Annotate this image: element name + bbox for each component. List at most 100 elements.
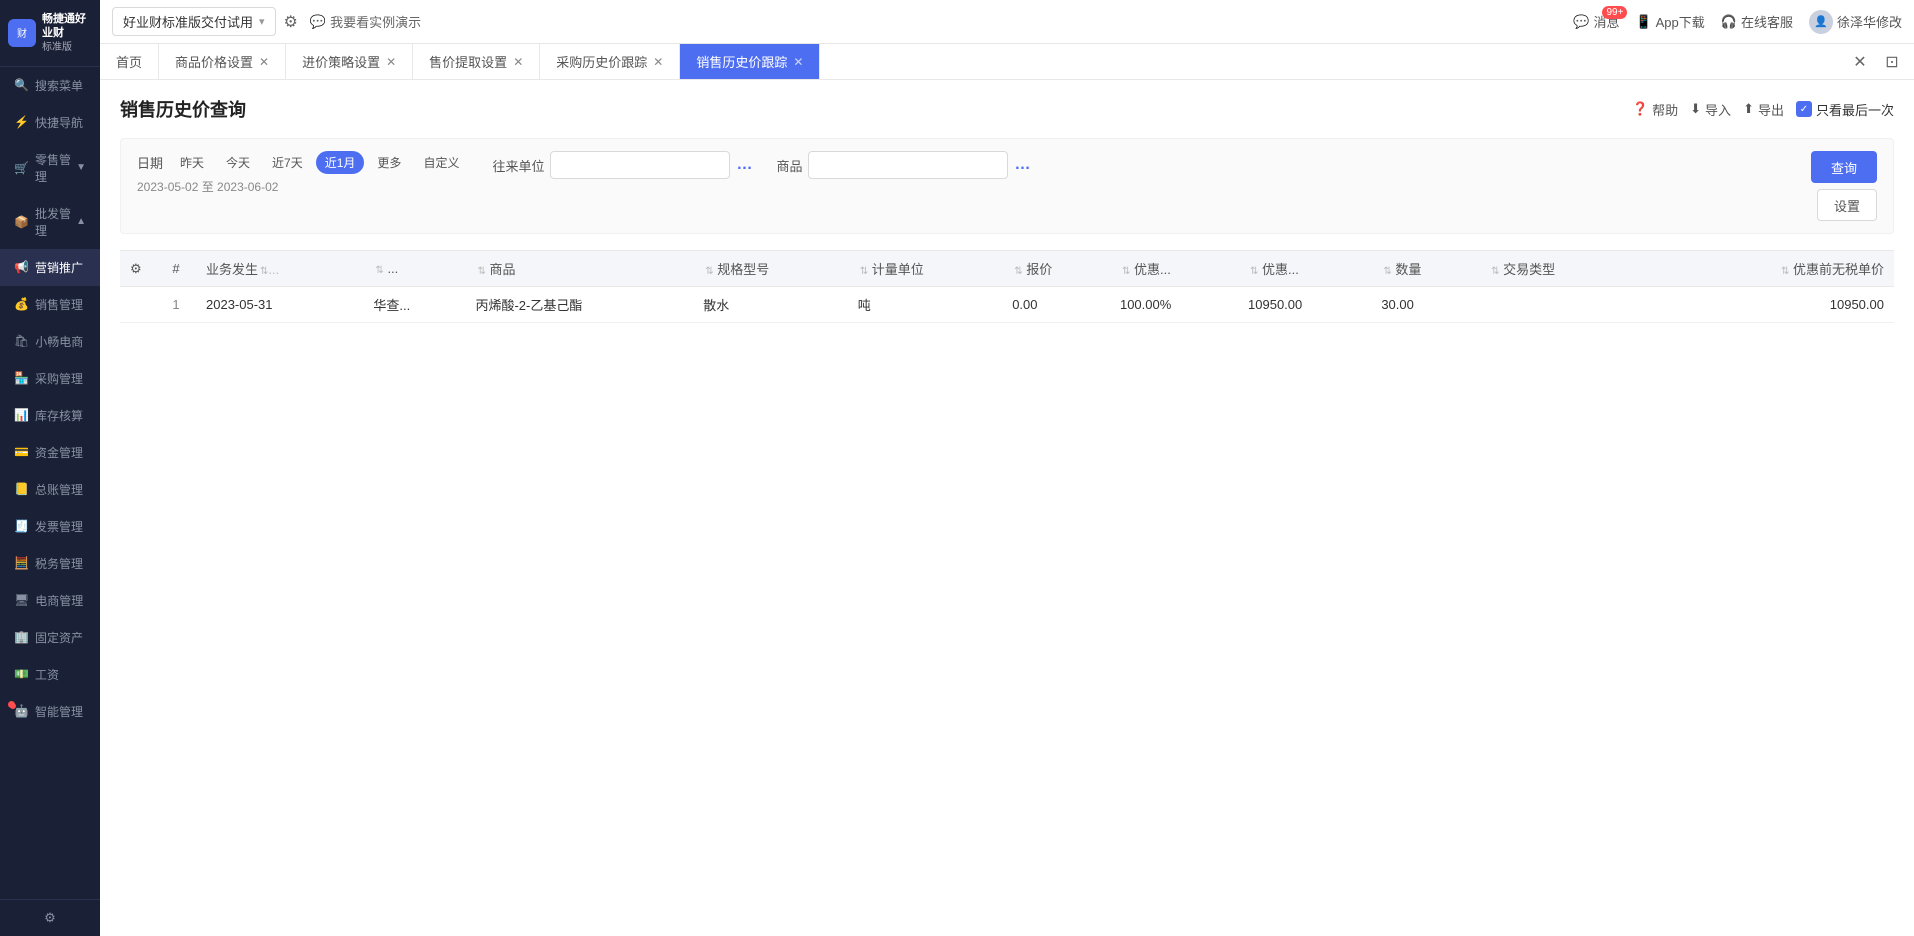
page-inner: 销售历史价查询 ❓ 帮助 ⬇ 导入 ⬆ 导出 ✓ <box>100 80 1914 936</box>
version-selector-label: 好业财标准版交付试用 <box>123 12 253 31</box>
page-actions: ❓ 帮助 ⬇ 导入 ⬆ 导出 ✓ 只看最后一次 <box>1632 100 1894 119</box>
date-today[interactable]: 今天 <box>217 151 259 174</box>
headset-icon: 🎧 <box>1721 14 1737 30</box>
user-name: 徐泽华修改 <box>1837 12 1902 31</box>
messages-btn[interactable]: 💬 消息 99+ <box>1573 12 1619 31</box>
ecommerce-small-icon: 🛍 <box>14 334 29 348</box>
tab-home[interactable]: 首页 <box>100 44 159 80</box>
tabbar-controls: ✕ ⊡ <box>1846 48 1914 76</box>
user-menu[interactable]: 👤 徐泽华修改 <box>1809 10 1902 34</box>
col-discount1[interactable]: ⇅ 优惠... <box>1110 251 1238 287</box>
col-biz-date[interactable]: 业务发生⇅... <box>196 251 363 287</box>
col-trade-type-label: 交易类型 <box>1503 262 1555 277</box>
sidebar-settings-bottom[interactable]: ⚙ <box>0 899 100 936</box>
date-last1m[interactable]: 近1月 <box>316 151 365 174</box>
col-quantity[interactable]: ⇅ 数量 <box>1371 251 1479 287</box>
help-btn[interactable]: ❓ 帮助 <box>1632 100 1678 119</box>
export-btn[interactable]: ⬆ 导出 <box>1743 100 1784 119</box>
sidebar-finance-label: 资金管理 <box>35 444 83 461</box>
sidebar-item-inventory[interactable]: 📊 库存核算 <box>0 397 100 434</box>
sidebar-sales-label: 销售管理 <box>35 296 83 313</box>
sidebar-inventory-label: 库存核算 <box>35 407 83 424</box>
tab-price-label: 商品价格设置 <box>175 52 253 71</box>
chevron-down-icon: ▾ <box>259 15 265 28</box>
sidebar-item-finance[interactable]: 💳 资金管理 <box>0 434 100 471</box>
sidebar-item-ecommerce-small[interactable]: 🛍 小畅电商 <box>0 323 100 360</box>
payroll-icon: 💵 <box>14 667 29 681</box>
online-service-btn[interactable]: 🎧 在线客服 <box>1721 12 1793 31</box>
from-unit-input[interactable] <box>550 151 730 179</box>
col-extra[interactable]: ⇅ ... <box>363 251 465 287</box>
tab-close-btn[interactable]: ✕ <box>1846 48 1874 76</box>
col-discount2[interactable]: ⇅ 优惠... <box>1238 251 1371 287</box>
sidebar-item-quicknav[interactable]: ⚡ 快捷导航 <box>0 104 100 141</box>
col-unit-sort: ⇅ <box>860 266 868 277</box>
product-dots[interactable]: … <box>1014 156 1030 174</box>
col-pre-tax-label: 优惠前无税单价 <box>1793 262 1884 277</box>
sidebar-ecommerce-small-label: 小畅电商 <box>35 333 83 350</box>
col-price[interactable]: ⇅ 报价 <box>1002 251 1110 287</box>
date-range-display: 2023-05-02 至 2023-06-02 <box>137 178 468 195</box>
only-last-checkbox[interactable]: ✓ <box>1796 101 1812 117</box>
sidebar-item-ledger[interactable]: 📒 总账管理 <box>0 471 100 508</box>
sidebar-item-payroll[interactable]: 💵 工资 <box>0 656 100 693</box>
sidebar-item-sales[interactable]: 💰 销售管理 <box>0 286 100 323</box>
import-label: 导入 <box>1705 100 1731 119</box>
version-selector[interactable]: 好业财标准版交付试用 ▾ <box>112 7 276 36</box>
col-pre-tax-sort: ⇅ <box>1781 266 1789 277</box>
sidebar-item-tax[interactable]: 🧮 税务管理 <box>0 545 100 582</box>
only-last-check[interactable]: ✓ 只看最后一次 <box>1796 100 1894 119</box>
tab-purchase-strategy-close[interactable]: ✕ <box>386 55 396 69</box>
date-custom[interactable]: 自定义 <box>414 151 468 174</box>
col-settings[interactable]: ⚙ <box>120 251 156 287</box>
col-price-sort: ⇅ <box>1014 266 1022 277</box>
col-product[interactable]: ⇅ 商品 <box>465 251 693 287</box>
sidebar-item-invoice[interactable]: 🧾 发票管理 <box>0 508 100 545</box>
date-last7[interactable]: 近7天 <box>263 151 312 174</box>
col-unit-label: 计量单位 <box>872 262 924 277</box>
sidebar-item-ai[interactable]: 🤖 智能管理 <box>0 693 100 730</box>
demo-btn[interactable]: 💬 我要看实例演示 <box>310 12 421 31</box>
sidebar-item-search[interactable]: 🔍 搜索菜单 <box>0 67 100 104</box>
sidebar-item-purchase[interactable]: 🏪 采购管理 <box>0 360 100 397</box>
tab-purchase-strategy[interactable]: 进价策略设置 ✕ <box>286 44 413 80</box>
col-unit[interactable]: ⇅ 计量单位 <box>848 251 1002 287</box>
finance-icon: 💳 <box>14 445 29 459</box>
sidebar-item-ecommerce[interactable]: 🖥 电商管理 <box>0 582 100 619</box>
demo-label: 我要看实例演示 <box>330 12 421 31</box>
tab-sale-history-close[interactable]: ✕ <box>793 55 803 69</box>
date-filter-label: 日期 <box>137 153 163 172</box>
date-yesterday[interactable]: 昨天 <box>171 151 213 174</box>
tab-sale-history[interactable]: 销售历史价跟踪 ✕ <box>680 44 820 80</box>
tab-price-close[interactable]: ✕ <box>259 55 269 69</box>
sidebar-item-marketing[interactable]: 📢 营销推广 <box>0 249 100 286</box>
sidebar-item-assets[interactable]: 🏢 固定资产 <box>0 619 100 656</box>
sales-icon: 💰 <box>14 297 29 311</box>
query-button[interactable]: 查询 <box>1811 151 1877 183</box>
from-unit-dots[interactable]: … <box>736 156 752 174</box>
tab-purchase-history-close[interactable]: ✕ <box>653 55 663 69</box>
product-input[interactable] <box>808 151 1008 179</box>
col-spec[interactable]: ⇅ 规格型号 <box>693 251 847 287</box>
tab-maximize-btn[interactable]: ⊡ <box>1878 48 1906 76</box>
col-discount1-label: 优惠... <box>1134 262 1171 277</box>
topbar-right: 💬 消息 99+ 📱 App下载 🎧 在线客服 👤 徐泽华修改 <box>1573 10 1902 34</box>
sidebar-item-wholesale[interactable]: 📦 批发管理 ▲ <box>0 195 100 249</box>
topbar-setting-btn[interactable]: ⚙ <box>284 12 298 32</box>
tab-purchase-history[interactable]: 采购历史价跟踪 ✕ <box>540 44 680 80</box>
sidebar-item-retail[interactable]: 🛒 零售管理 ▼ <box>0 141 100 195</box>
row-settings[interactable] <box>120 287 156 323</box>
tab-purchase-strategy-label: 进价策略设置 <box>302 52 380 71</box>
tab-price[interactable]: 商品价格设置 ✕ <box>159 44 286 80</box>
tab-sale-extract[interactable]: 售价提取设置 ✕ <box>413 44 540 80</box>
tab-sale-extract-close[interactable]: ✕ <box>513 55 523 69</box>
import-btn[interactable]: ⬇ 导入 <box>1690 100 1731 119</box>
col-pre-tax-price[interactable]: ⇅ 优惠前无税单价 <box>1669 251 1894 287</box>
col-extra-sort: ⇅ <box>375 265 383 276</box>
tab-sale-history-label: 销售历史价跟踪 <box>696 52 787 71</box>
setting-button[interactable]: 设置 <box>1817 189 1877 221</box>
date-more[interactable]: 更多 <box>368 151 410 174</box>
col-trade-type[interactable]: ⇅ 交易类型 <box>1479 251 1633 287</box>
app-download-btn[interactable]: 📱 App下载 <box>1635 12 1704 31</box>
avatar-icon: 👤 <box>1814 15 1828 28</box>
